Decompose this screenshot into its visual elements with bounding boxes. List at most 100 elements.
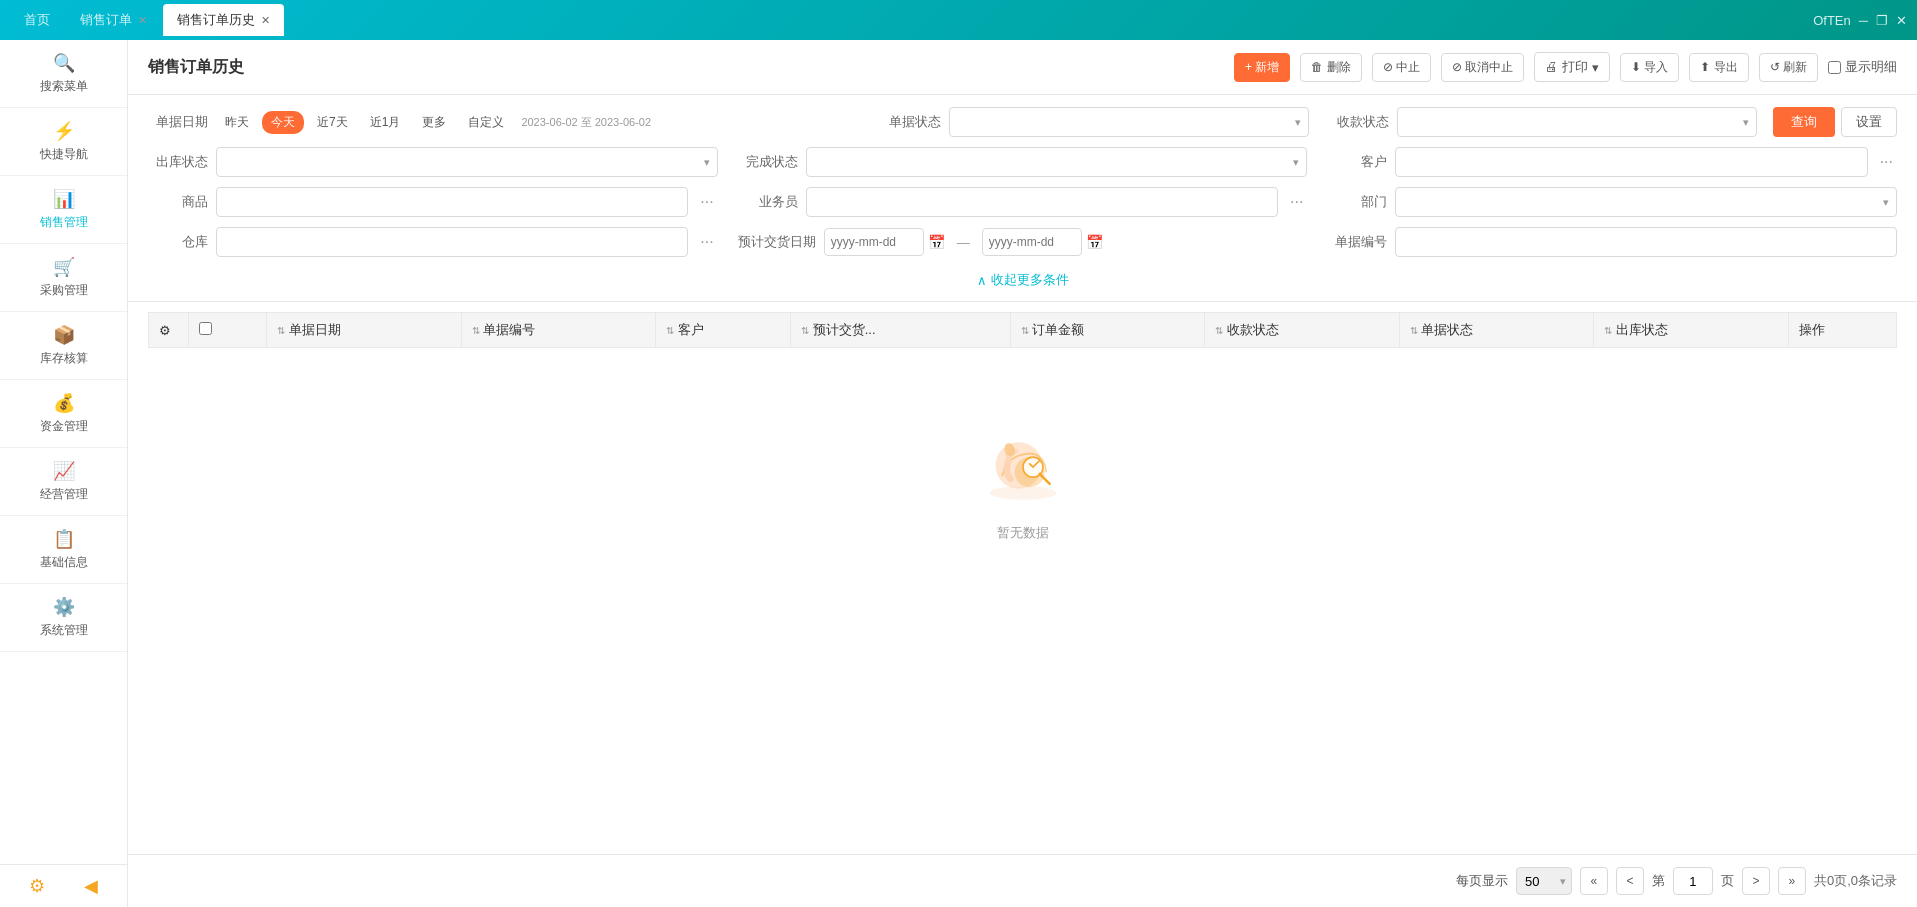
out-status-select[interactable]	[216, 147, 718, 177]
per-page-select-wrap: 50 10 20 100 ▾	[1516, 867, 1572, 895]
calendar-to-icon[interactable]: 📅	[1086, 234, 1103, 250]
close-sales-order-history-icon[interactable]: ✕	[261, 14, 270, 27]
filter-row-4: 仓库 ··· 预计交货日期 📅 — 📅	[148, 227, 1897, 257]
filter-date: 单据日期 昨天 今天 近7天 近1月 更多 自定义 2023-06-02 至 2…	[148, 111, 861, 134]
filter-area: 单据日期 昨天 今天 近7天 近1月 更多 自定义 2023-06-02 至 2…	[128, 95, 1917, 302]
prev-page-button[interactable]: <	[1616, 867, 1644, 895]
last-page-button[interactable]: »	[1778, 867, 1806, 895]
restore-button[interactable]: ❐	[1876, 13, 1888, 28]
sidebar-item-quicknav[interactable]: ⚡ 快捷导航	[0, 108, 127, 176]
goods-input[interactable]	[216, 187, 688, 217]
collapse-more-btn[interactable]: ∧ 收起更多条件	[148, 267, 1897, 289]
expected-date-to-input[interactable]	[982, 228, 1082, 256]
sidebar-item-basicinfo[interactable]: 📋 基础信息	[0, 516, 127, 584]
sidebar-system-label: 系统管理	[40, 622, 88, 639]
order-no-input[interactable]	[1395, 227, 1897, 257]
minimize-button[interactable]: ─	[1859, 13, 1868, 28]
close-sales-order-icon[interactable]: ✕	[138, 14, 147, 27]
yesterday-btn[interactable]: 昨天	[216, 111, 258, 134]
export-button[interactable]: ⬆ 导出	[1689, 53, 1748, 82]
delete-button[interactable]: 🗑 删除	[1300, 53, 1361, 82]
expected-date-from-wrap: 📅	[824, 228, 945, 256]
th-expected-date-label: 预计交货...	[813, 322, 876, 337]
sidebar-item-inventory[interactable]: 📦 库存核算	[0, 312, 127, 380]
out-status-label: 出库状态	[148, 153, 208, 171]
top-bar: 首页 销售订单 ✕ 销售订单历史 ✕ OfTEn ─ ❐ ✕	[0, 0, 1917, 40]
main-layout: 🔍 搜索菜单 ⚡ 快捷导航 📊 销售管理 🛒 采购管理 📦 库存核算 💰 资金管…	[0, 40, 1917, 907]
sidebar-sales-label: 销售管理	[40, 214, 88, 231]
next-page-button[interactable]: >	[1742, 867, 1770, 895]
th-settings[interactable]: ⚙	[149, 313, 189, 348]
sidebar-settings-icon[interactable]: ⚙	[29, 875, 45, 897]
settings-button[interactable]: 设置	[1841, 107, 1897, 137]
customer-input[interactable]	[1395, 147, 1867, 177]
th-customer[interactable]: ⇅ 客户	[656, 313, 791, 348]
stop-button[interactable]: ⊘ 中止	[1372, 53, 1431, 82]
filter-out-status: 出库状态 ▾	[148, 147, 718, 177]
salesman-label: 业务员	[738, 193, 798, 211]
warehouse-dots-icon[interactable]: ···	[696, 233, 717, 251]
print-button[interactable]: 🖨 打印 ▾	[1534, 52, 1610, 82]
sidebar-item-system[interactable]: ⚙️ 系统管理	[0, 584, 127, 652]
filter-row-2: 出库状态 ▾ 完成状态 ▾	[148, 147, 1897, 177]
th-expected-date[interactable]: ⇅ 预计交货...	[791, 313, 1011, 348]
custom-btn[interactable]: 自定义	[459, 111, 513, 134]
customer-dots-icon[interactable]: ···	[1876, 153, 1897, 171]
expected-date-from-input[interactable]	[824, 228, 924, 256]
sidebar-item-purchase[interactable]: 🛒 采购管理	[0, 244, 127, 312]
close-window-button[interactable]: ✕	[1896, 13, 1907, 28]
per-page-select[interactable]: 50 10 20 100	[1516, 867, 1572, 895]
payment-status-select[interactable]	[1397, 107, 1757, 137]
sidebar-basicinfo-label: 基础信息	[40, 554, 88, 571]
select-all-checkbox[interactable]	[199, 322, 212, 335]
filter-row-1: 单据日期 昨天 今天 近7天 近1月 更多 自定义 2023-06-02 至 2…	[148, 107, 1897, 137]
sidebar-item-finance[interactable]: 💰 资金管理	[0, 380, 127, 448]
complete-status-select[interactable]	[806, 147, 1308, 177]
sidebar-item-operations[interactable]: 📈 经营管理	[0, 448, 127, 516]
th-number[interactable]: ⇅ 单据编号	[461, 313, 656, 348]
salesman-input[interactable]	[806, 187, 1278, 217]
department-select[interactable]	[1395, 187, 1897, 217]
goods-dots-icon[interactable]: ···	[696, 193, 717, 211]
sidebar-collapse-icon[interactable]: ◀	[84, 875, 98, 897]
query-button[interactable]: 查询	[1773, 107, 1835, 137]
cancel-stop-button[interactable]: ⊘ 取消中止	[1441, 53, 1524, 82]
th-amount[interactable]: ⇅ 订单金额	[1010, 313, 1205, 348]
table-settings-icon[interactable]: ⚙	[159, 323, 171, 338]
th-payment-status[interactable]: ⇅ 收款状态	[1205, 313, 1400, 348]
sidebar-item-sales[interactable]: 📊 销售管理	[0, 176, 127, 244]
operations-icon: 📈	[53, 460, 75, 482]
sales-icon: 📊	[53, 188, 75, 210]
th-order-status[interactable]: ⇅ 单据状态	[1399, 313, 1594, 348]
page-label: 第	[1652, 872, 1665, 890]
more-btn[interactable]: 更多	[413, 111, 455, 134]
tab-sales-order-history[interactable]: 销售订单历史 ✕	[163, 4, 284, 36]
display-detail-checkbox[interactable]	[1828, 61, 1841, 74]
tab-sales-order[interactable]: 销售订单 ✕	[66, 4, 161, 36]
warehouse-input[interactable]	[216, 227, 688, 257]
th-out-status[interactable]: ⇅ 出库状态	[1594, 313, 1789, 348]
current-page-input[interactable]	[1673, 867, 1713, 895]
import-button[interactable]: ⬇ 导入	[1620, 53, 1679, 82]
order-status-select[interactable]	[949, 107, 1309, 137]
refresh-button[interactable]: ↺ 刷新	[1759, 53, 1818, 82]
salesman-dots-icon[interactable]: ···	[1286, 193, 1307, 211]
tab-sales-order-label: 销售订单	[80, 11, 132, 29]
today-btn[interactable]: 今天	[262, 111, 304, 134]
per-page-label: 每页显示	[1456, 872, 1508, 890]
tab-home[interactable]: 首页	[10, 4, 64, 36]
empty-text: 暂无数据	[997, 524, 1049, 542]
first-page-button[interactable]: «	[1580, 867, 1608, 895]
customer-label: 客户	[1327, 153, 1387, 171]
calendar-from-icon[interactable]: 📅	[928, 234, 945, 250]
inventory-icon: 📦	[53, 324, 75, 346]
th-payment-status-label: 收款状态	[1227, 322, 1279, 337]
sidebar-item-search[interactable]: 🔍 搜索菜单	[0, 40, 127, 108]
new-button[interactable]: + 新增	[1234, 53, 1290, 82]
7days-btn[interactable]: 近7天	[308, 111, 357, 134]
th-date[interactable]: ⇅ 单据日期	[267, 313, 462, 348]
sort-number-icon: ⇅	[472, 325, 480, 336]
sort-date-icon: ⇅	[277, 325, 285, 336]
warehouse-label: 仓库	[148, 233, 208, 251]
1month-btn[interactable]: 近1月	[361, 111, 410, 134]
